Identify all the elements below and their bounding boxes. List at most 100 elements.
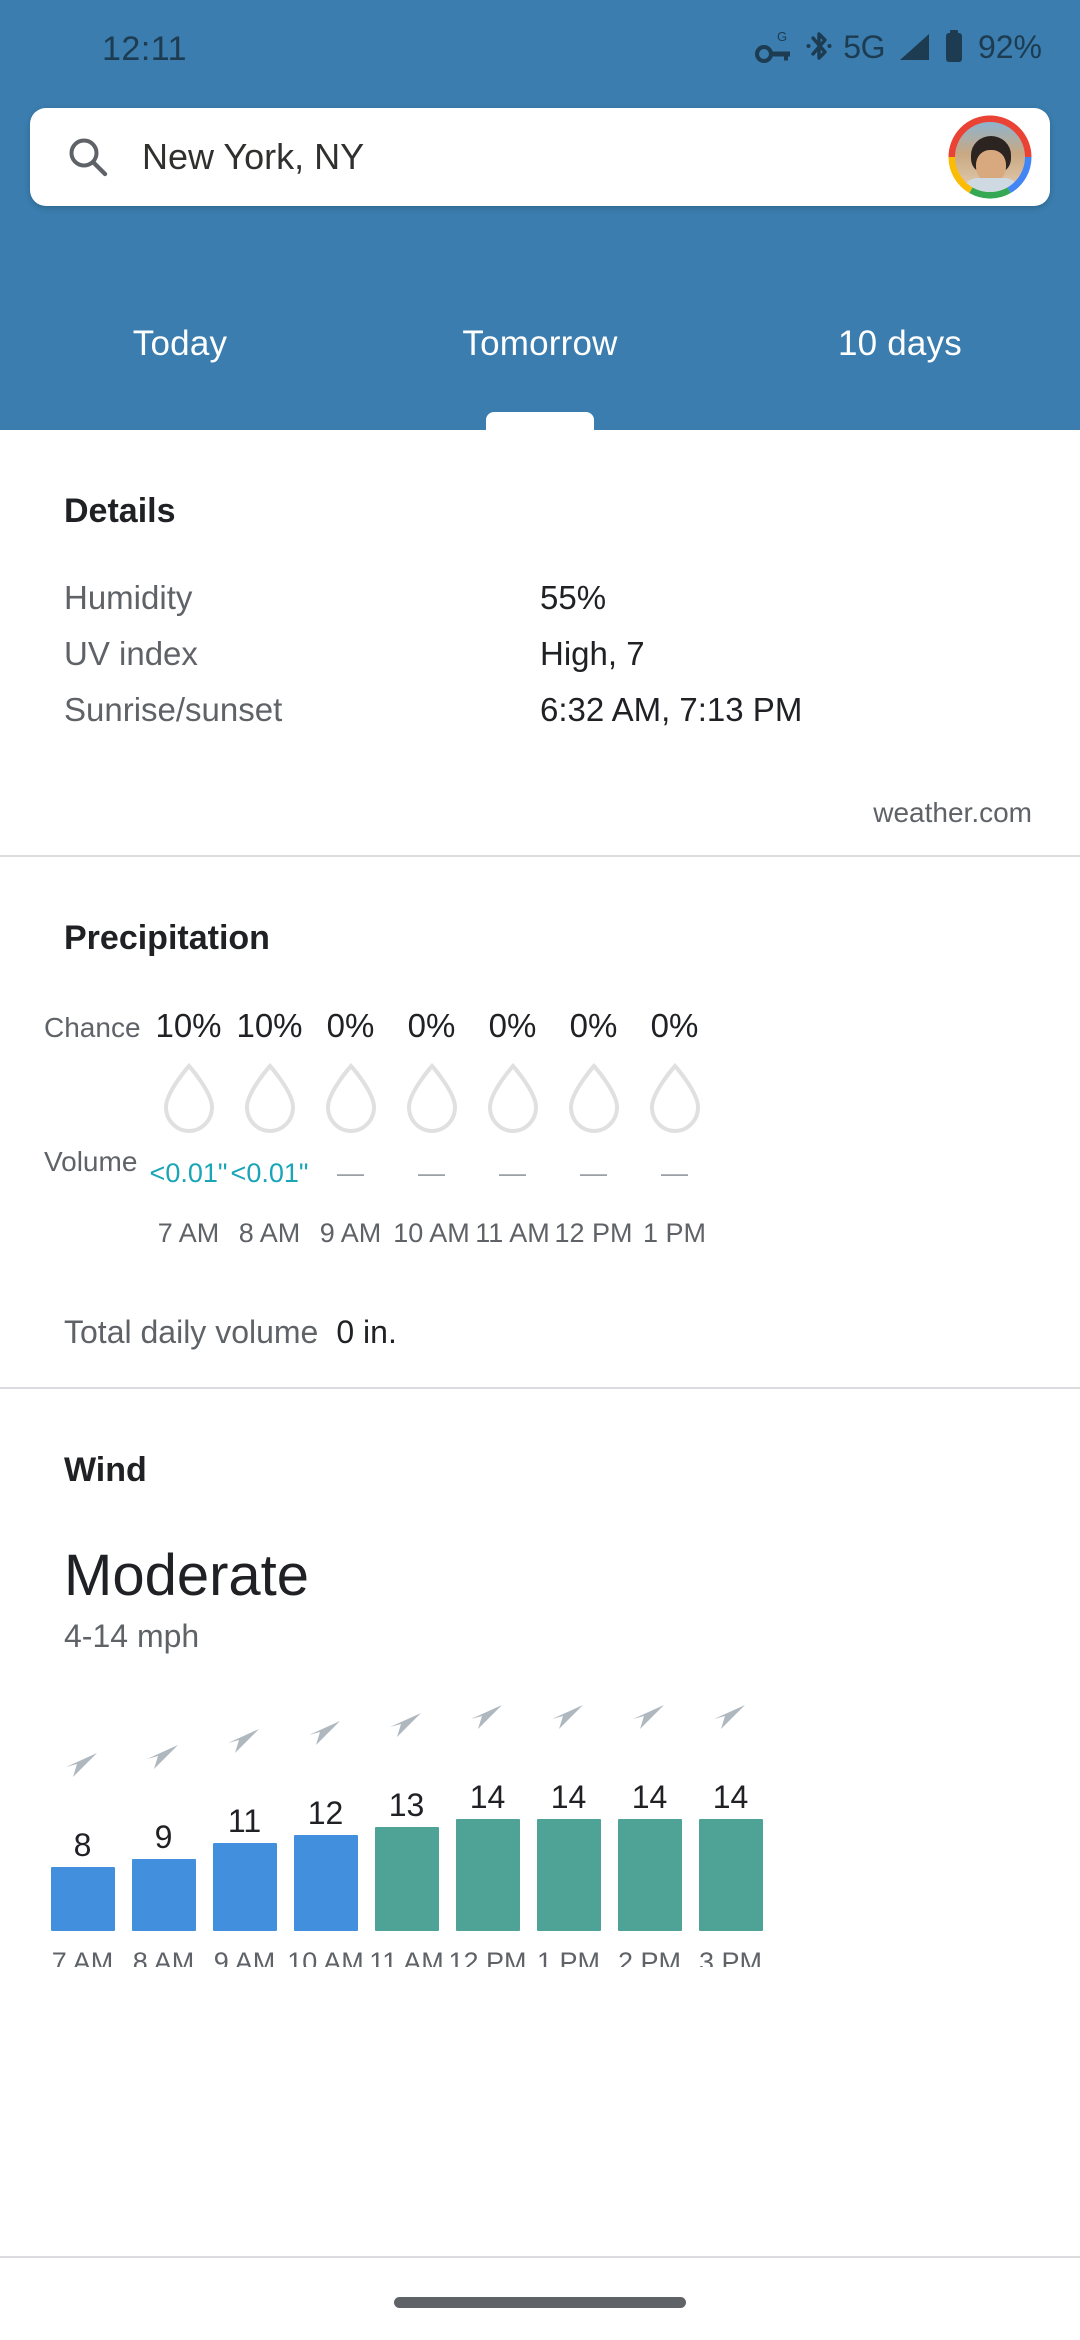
wind-speed-value: 8	[73, 1827, 92, 1863]
total-daily-volume-label: Total daily volume	[64, 1314, 319, 1350]
vpn-key-icon: G	[755, 30, 795, 64]
wind-bar	[293, 1835, 358, 1931]
precipitation-column[interactable]: 10% <0.01" 8 AM	[229, 1004, 310, 1249]
details-value: High, 7	[540, 635, 645, 672]
wind-range: 4-14 mph	[64, 1618, 200, 1654]
volume-row-label: Volume	[44, 1146, 138, 1177]
wind-bar	[131, 1859, 196, 1931]
precipitation-column[interactable]: 0% — 9 AM	[310, 1004, 391, 1249]
wind-bar	[212, 1843, 277, 1931]
wind-description: Moderate	[64, 1543, 310, 1608]
precip-time: 10 AM	[393, 1218, 470, 1248]
wind-column[interactable]: 14 1 PM	[528, 1697, 609, 1967]
network-type-label: 5G	[843, 29, 885, 65]
precip-volume: —	[661, 1158, 688, 1188]
wind-bar	[617, 1819, 682, 1931]
precipitation-grid: Chance Volume 10% <0.01" 7 AM 10% <0.01"…	[0, 1004, 1080, 1264]
tab-today[interactable]: Today	[0, 300, 360, 430]
wind-time: 3 PM	[698, 1947, 763, 1967]
wind-time: 7 AM	[51, 1947, 114, 1967]
precipitation-column[interactable]: 0% — 11 AM	[472, 1004, 553, 1249]
gesture-nav-pill[interactable]	[394, 2297, 686, 2308]
wind-time: 2 PM	[617, 1947, 682, 1967]
wind-speed-value: 11	[227, 1803, 262, 1839]
precipitation-column[interactable]: 0% — 12 PM	[553, 1004, 634, 1249]
wind-time: 12 PM	[448, 1947, 527, 1967]
wind-direction-arrow-icon	[547, 1697, 591, 1741]
wind-time: 9 AM	[213, 1947, 276, 1967]
wind-direction-arrow-icon	[466, 1697, 510, 1741]
wind-column[interactable]: 11 9 AM	[204, 1721, 285, 1967]
wind-bar	[374, 1827, 439, 1931]
weather-app-screen: 12:11 G 5G 92% New York, NY Today Tomorr…	[0, 0, 1080, 2340]
wind-column[interactable]: 13 11 AM	[366, 1705, 447, 1967]
precip-chance: 0%	[569, 1007, 618, 1044]
tab-10-days[interactable]: 10 days	[720, 300, 1080, 430]
search-input[interactable]: New York, NY	[142, 136, 948, 178]
status-bar: 12:11 G 5G 92%	[0, 0, 1080, 88]
wind-title: Wind	[64, 1451, 147, 1489]
precipitation-columns: 10% <0.01" 7 AM 10% <0.01" 8 AM 0% — 9 A…	[148, 1004, 1080, 1249]
avatar[interactable]	[948, 115, 1032, 199]
precip-time: 9 AM	[319, 1218, 382, 1248]
water-drop-icon	[160, 1062, 218, 1136]
wind-bar-chart[interactable]: 8 7 AM 9 8 AM 11 9 AM 12 10 AM 13 11 AM …	[0, 1697, 1080, 1967]
status-clock: 12:11	[102, 30, 188, 68]
wind-direction-arrow-icon	[142, 1737, 186, 1781]
precip-volume: —	[418, 1158, 445, 1188]
details-row-sunrise-sunset: Sunrise/sunset 6:32 AM, 7:13 PM	[64, 691, 1080, 747]
bottom-divider	[0, 2256, 1080, 2258]
details-row-uv-index: UV index High, 7	[64, 635, 1080, 691]
precip-volume: <0.01"	[149, 1158, 228, 1188]
precipitation-column[interactable]: 10% <0.01" 7 AM	[148, 1004, 229, 1249]
precip-chance: 10%	[155, 1007, 222, 1044]
water-drop-icon	[565, 1062, 623, 1136]
precip-chance: 10%	[236, 1007, 303, 1044]
wind-column[interactable]: 12 10 AM	[285, 1713, 366, 1967]
wind-column[interactable]: 14 12 PM	[447, 1697, 528, 1967]
wind-direction-arrow-icon	[628, 1697, 672, 1741]
details-key: UV index	[64, 635, 198, 672]
precipitation-column[interactable]: 0% — 10 AM	[391, 1004, 472, 1249]
wind-bar	[455, 1819, 520, 1931]
precip-volume: —	[337, 1158, 364, 1188]
search-bar[interactable]: New York, NY	[30, 108, 1050, 206]
signal-icon	[896, 30, 932, 64]
precipitation-column[interactable]: 0% — 1 PM	[634, 1004, 715, 1249]
precipitation-section: Precipitation Chance Volume 10% <0.01" 7…	[0, 857, 1080, 1387]
details-key: Sunrise/sunset	[64, 691, 283, 728]
search-icon	[66, 135, 110, 179]
details-row-humidity: Humidity 55%	[64, 579, 1080, 635]
wind-time: 11 AM	[369, 1947, 444, 1967]
wind-time: 1 PM	[536, 1947, 601, 1967]
precip-time: 7 AM	[157, 1218, 220, 1248]
precip-time: 8 AM	[238, 1218, 301, 1248]
total-daily-volume-value: 0 in.	[336, 1314, 397, 1350]
wind-column[interactable]: 9 8 AM	[123, 1737, 204, 1967]
precip-chance: 0%	[488, 1007, 537, 1044]
app-header: 12:11 G 5G 92% New York, NY Today Tomorr…	[0, 0, 1080, 430]
precip-volume: <0.01"	[230, 1158, 309, 1188]
water-drop-icon	[646, 1062, 704, 1136]
forecast-content: Details Humidity 55% UV index High, 7 Su…	[0, 430, 1080, 2340]
details-key: Humidity	[64, 579, 193, 616]
wind-direction-arrow-icon	[385, 1705, 429, 1749]
wind-column[interactable]: 14 2 PM	[609, 1697, 690, 1967]
forecast-tabs: Today Tomorrow 10 days	[0, 300, 1080, 430]
bluetooth-icon	[806, 29, 832, 65]
wind-column[interactable]: 8 7 AM	[42, 1745, 123, 1967]
weather-attribution[interactable]: weather.com	[0, 797, 1080, 829]
water-drop-icon	[484, 1062, 542, 1136]
tab-today-label: Today	[132, 324, 228, 363]
precip-volume: —	[580, 1158, 607, 1188]
wind-bar	[50, 1867, 115, 1931]
battery-percent-label: 92%	[977, 29, 1042, 65]
avatar-photo	[955, 122, 1025, 192]
wind-column[interactable]: 14 3 PM	[690, 1697, 771, 1967]
wind-summary: Moderate 4-14 mph	[0, 1542, 1080, 1655]
tab-tomorrow[interactable]: Tomorrow	[360, 300, 720, 430]
wind-speed-value: 9	[154, 1819, 173, 1855]
precip-time: 12 PM	[554, 1218, 633, 1248]
wind-speed-value: 12	[307, 1795, 344, 1831]
water-drop-icon	[403, 1062, 461, 1136]
